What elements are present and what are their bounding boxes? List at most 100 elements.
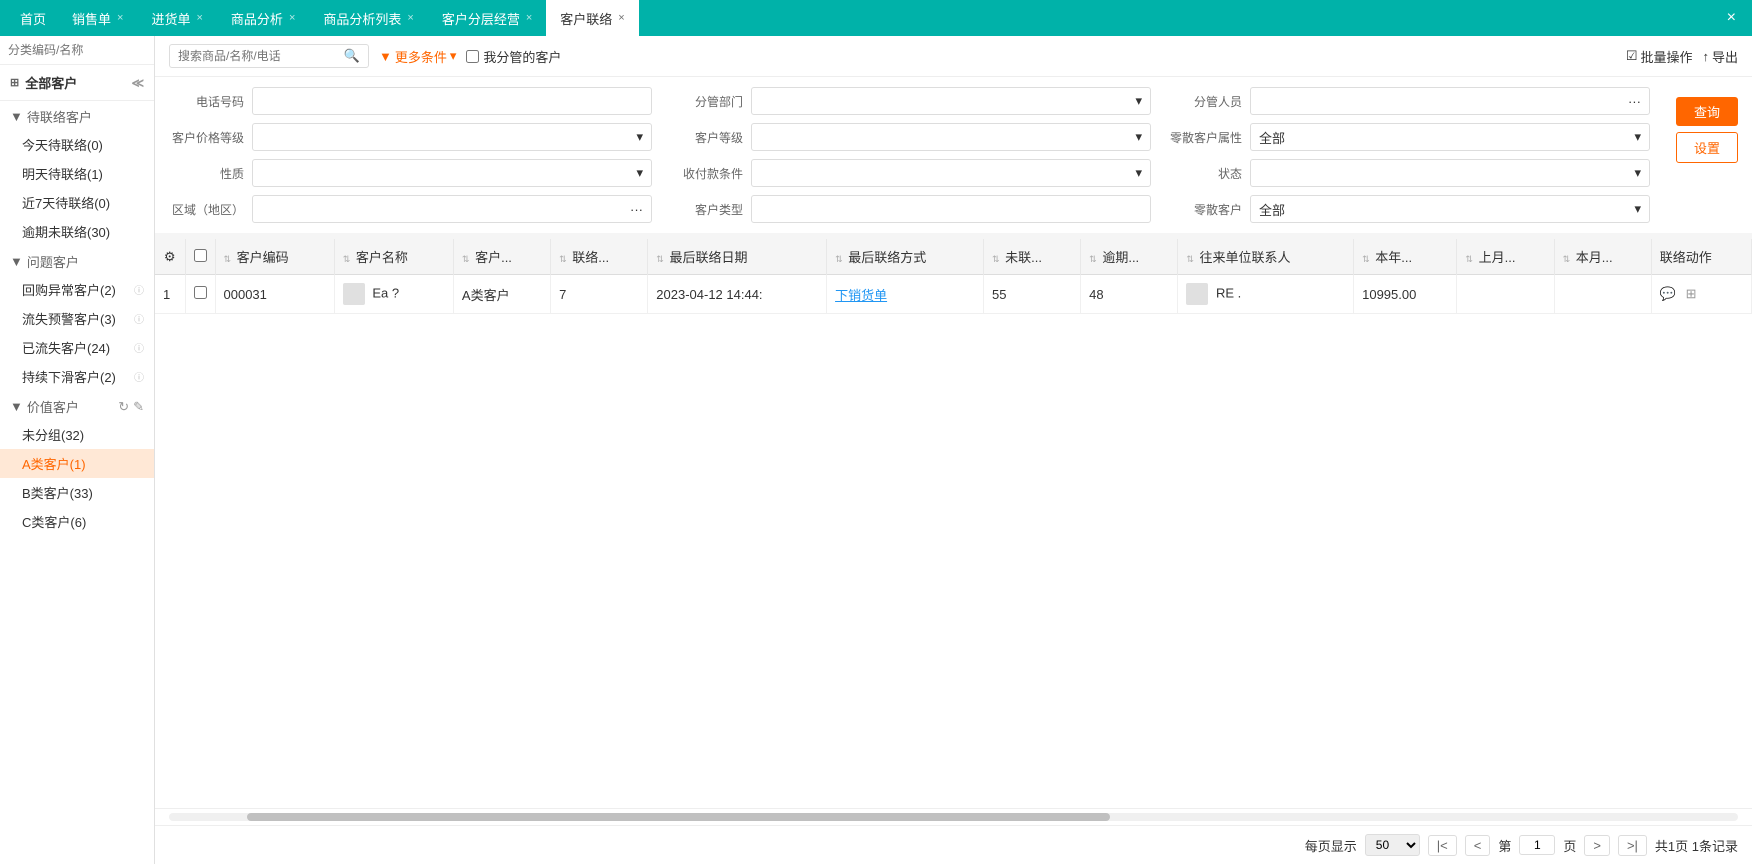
sidebar-item-overdue[interactable]: 逾期未联络(30) (0, 217, 154, 246)
sidebar-item-lost[interactable]: 已流失客户(24) ⓘ (0, 333, 154, 362)
field-customer-type-input[interactable] (751, 195, 1151, 223)
col-name-label: 客户名称 (356, 250, 408, 265)
nav-tab-purchase-close[interactable]: × (196, 12, 202, 24)
sidebar-item-tomorrow[interactable]: 明天待联络(1) (0, 159, 154, 188)
nav-tab-analysis-list-close[interactable]: × (407, 12, 413, 24)
action-chat-icon[interactable]: 💬 (1660, 286, 1676, 301)
cell-last-contact-method-value[interactable]: 下销货单 (835, 288, 887, 303)
sidebar-collapse-btn[interactable]: ≪ (131, 76, 144, 90)
sidebar-item-loss-warning[interactable]: 流失预警客户(3) ⓘ (0, 304, 154, 333)
nav-tab-sales[interactable]: 销售单 × (58, 0, 137, 36)
scrollbar-thumb[interactable] (247, 813, 1110, 821)
refresh-icon[interactable]: ↻ (118, 399, 129, 415)
sidebar-item-abnormal-label: 回购异常客户(2) (22, 280, 116, 299)
batch-op-btn[interactable]: ☑ 批量操作 (1626, 47, 1693, 66)
field-phone-input[interactable] (252, 87, 652, 115)
sidebar-item-class-a[interactable]: A类客户(1) (0, 449, 154, 478)
gear-icon[interactable]: ⚙ (164, 249, 176, 264)
filter-search-wrap: 🔍 (169, 44, 369, 68)
filter-icon: ▼ (379, 49, 392, 64)
cell-customer-type-value: A类客户 (462, 288, 510, 303)
prev-page-btn[interactable]: < (1465, 835, 1491, 856)
nav-tab-analysis[interactable]: 商品分析 × (217, 0, 309, 36)
nav-tab-home-label: 首页 (20, 9, 46, 28)
sidebar-search-input[interactable] (8, 43, 155, 57)
help-icon-4: ⓘ (134, 369, 144, 384)
sort-icon-cp: ⇅ (1186, 254, 1194, 264)
action-qr-icon[interactable]: ⊞ (1686, 286, 1697, 301)
cell-name: Ea ? (334, 275, 453, 314)
field-price-level-label: 客户价格等级 (169, 129, 244, 146)
sidebar-section-pending[interactable]: ▼ 待联络客户 (0, 101, 154, 130)
my-customers-checkbox[interactable]: 我分管的客户 (466, 47, 561, 66)
main-layout: 🔍 ⊞ 全部客户 ≪ ▼ 待联络客户 今天待联络(0) 明天待联络(1) 近7天… (0, 36, 1752, 864)
nav-close-all[interactable]: × (1719, 9, 1744, 27)
batch-icon: ☑ (1626, 48, 1638, 64)
nav-tab-analysis-list[interactable]: 商品分析列表 × (309, 0, 427, 36)
page-number-input[interactable] (1519, 835, 1555, 855)
field-phone: 电话号码 (169, 87, 652, 115)
col-last-contact-date-label: 最后联络日期 (669, 250, 747, 265)
adv-filter-container: 电话号码 分管部门 ▾ 分管人员 (169, 77, 1738, 223)
nav-tab-customer-segment[interactable]: 客户分层经营 × (428, 0, 546, 36)
my-customers-check-input[interactable] (466, 50, 479, 63)
select-all-checkbox[interactable] (194, 249, 207, 262)
contact-avatar (1186, 283, 1208, 305)
field-payment-select[interactable]: ▾ (751, 159, 1151, 187)
field-customer-level-select[interactable]: ▾ (751, 123, 1151, 151)
chevron-down-icon-scatter: ▾ (1634, 129, 1641, 145)
next-page-btn[interactable]: > (1584, 835, 1610, 856)
nav-tab-purchase[interactable]: 进货单 × (137, 0, 216, 36)
chevron-down-icon-price: ▾ (636, 129, 643, 145)
field-status-select[interactable]: ▾ (1250, 159, 1650, 187)
sidebar-item-class-b[interactable]: B类客户(33) (0, 478, 154, 507)
query-button[interactable]: 查询 (1676, 97, 1738, 126)
sidebar-section-pending-label: 待联络客户 (27, 107, 92, 126)
field-scatter-attr-select[interactable]: 全部 ▾ (1250, 123, 1650, 151)
sidebar-item-class-c[interactable]: C类客户(6) (0, 507, 154, 536)
field-region-label: 区域（地区） (169, 201, 244, 218)
horizontal-scrollbar[interactable] (169, 813, 1738, 821)
nav-tab-sales-label: 销售单 (72, 9, 111, 28)
page-size-select[interactable]: 20 50 100 (1365, 834, 1420, 856)
field-region-select[interactable]: ··· (252, 195, 652, 223)
sidebar-item-ungrouped-label: 未分组(32) (22, 425, 84, 444)
field-scatter-attr-value: 全部 (1259, 128, 1285, 147)
sidebar-item-declining[interactable]: 持续下滑客户(2) ⓘ (0, 362, 154, 391)
nav-tab-home[interactable]: 首页 (8, 0, 58, 36)
last-page-btn[interactable]: >| (1618, 835, 1647, 856)
field-person-label: 分管人员 (1167, 93, 1242, 110)
table-row: 1 000031 Ea ? A类客户 (155, 275, 1752, 314)
sidebar-item-class-c-label: C类客户(6) (22, 512, 86, 531)
first-page-btn[interactable]: |< (1428, 835, 1457, 856)
nav-tab-customer-contact-close[interactable]: × (618, 12, 624, 24)
field-nature-select[interactable]: ▾ (252, 159, 652, 187)
sidebar-item-today[interactable]: 今天待联络(0) (0, 130, 154, 159)
field-payment-label: 收付款条件 (668, 165, 743, 182)
filter-search-input[interactable] (178, 49, 344, 63)
field-person-select[interactable]: ··· (1250, 87, 1650, 115)
sidebar-all-customers[interactable]: ⊞ 全部客户 ≪ (0, 65, 154, 101)
settings-button[interactable]: 设置 (1676, 132, 1738, 163)
cell-code: 000031 (215, 275, 334, 314)
cell-this-year: 10995.00 (1354, 275, 1457, 314)
sidebar-item-abnormal[interactable]: 回购异常客户(2) ⓘ (0, 275, 154, 304)
nav-tab-sales-close[interactable]: × (117, 12, 123, 24)
nav-tab-analysis-close[interactable]: × (289, 12, 295, 24)
field-dept-select[interactable]: ▾ (751, 87, 1151, 115)
field-status: 状态 ▾ (1167, 159, 1650, 187)
field-price-level-select[interactable]: ▾ (252, 123, 652, 151)
nav-tab-customer-contact[interactable]: 客户联络 × (546, 0, 638, 36)
sidebar-item-ungrouped[interactable]: 未分组(32) (0, 420, 154, 449)
sidebar-section-problem[interactable]: ▼ 问题客户 (0, 246, 154, 275)
row-checkbox[interactable] (194, 286, 207, 299)
export-btn[interactable]: ↑ 导出 (1702, 47, 1738, 66)
edit-icon[interactable]: ✎ (133, 399, 144, 415)
field-scatter-customer-select[interactable]: 全部 ▾ (1250, 195, 1650, 223)
nav-tab-customer-segment-close[interactable]: × (526, 12, 532, 24)
sidebar-item-7days[interactable]: 近7天待联络(0) (0, 188, 154, 217)
col-this-year: ⇅ 本年... (1354, 239, 1457, 275)
adv-filter-row-2: 客户价格等级 ▾ 客户等级 ▾ (169, 123, 1650, 151)
filter-more-btn[interactable]: ▼ 更多条件 ▾ (379, 47, 456, 66)
sidebar-item-class-a-label: A类客户(1) (22, 454, 86, 473)
